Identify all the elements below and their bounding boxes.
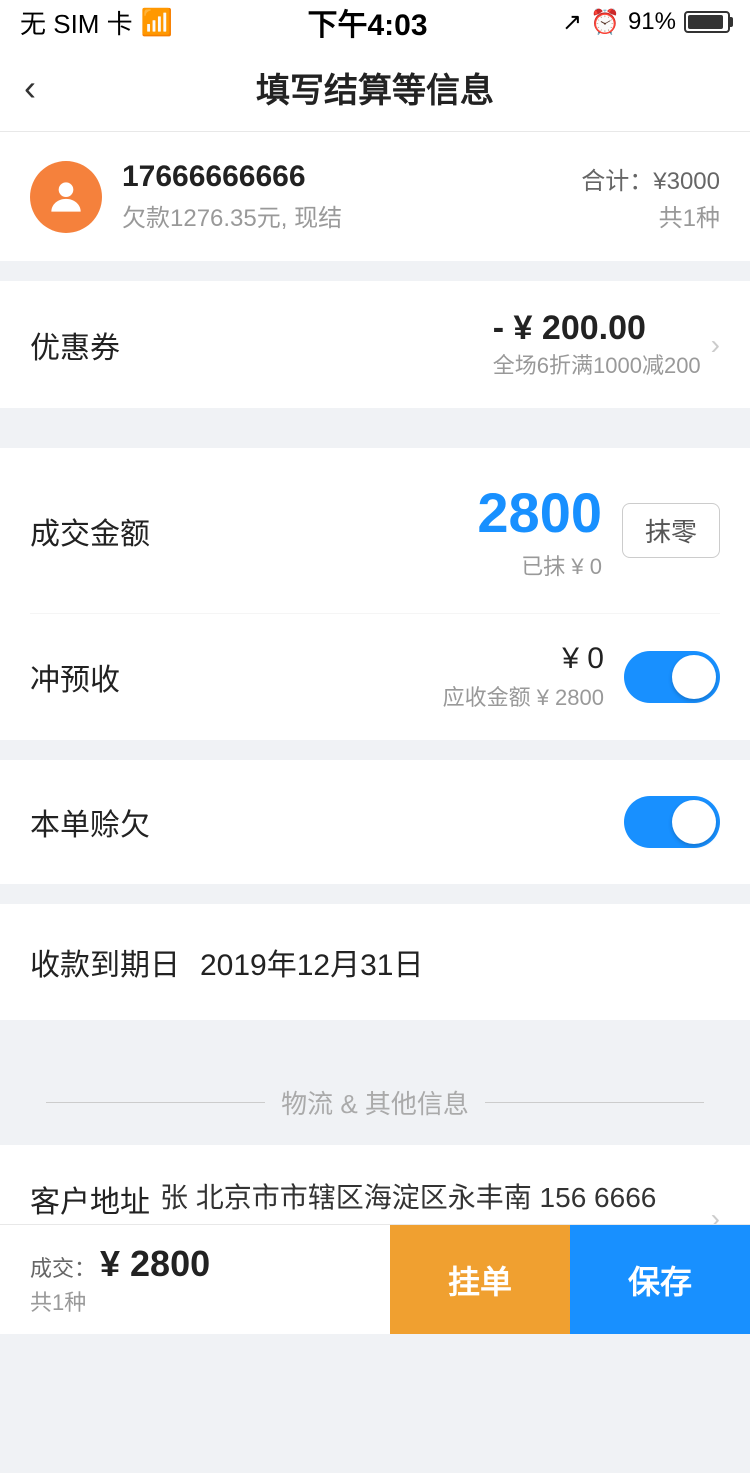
- amount-label: 成交金额: [30, 509, 150, 553]
- debt-row: 本单赊欠: [30, 760, 720, 884]
- logistics-section: 物流 & 其他信息: [0, 1060, 750, 1145]
- coupon-label: 优惠券: [30, 323, 120, 367]
- back-button[interactable]: ‹: [24, 67, 36, 109]
- date-value: 2019年12月31日: [200, 940, 423, 984]
- section-spacer-3: [0, 1040, 750, 1060]
- user-phone: 17666666666: [122, 160, 342, 194]
- date-row: 收款到期日 2019年12月31日: [30, 904, 720, 1020]
- amount-sub: 已抹 ¥ 0: [521, 549, 602, 581]
- prepay-sub: 应收金额 ¥ 2800: [443, 680, 604, 712]
- prepay-toggle[interactable]: [624, 651, 720, 703]
- prepay-label: 冲预收: [30, 655, 120, 699]
- amount-col: 2800 已抹 ¥ 0: [477, 480, 602, 581]
- amount-value: 2800: [477, 480, 602, 545]
- section-spacer-1: [0, 428, 750, 448]
- empty-area: [0, 1313, 750, 1473]
- date-label: 收款到期日: [30, 940, 180, 984]
- save-button[interactable]: 保存: [570, 1225, 750, 1334]
- status-time: 下午4:03: [307, 0, 427, 44]
- summary-row: 成交： ¥ 2800: [30, 1243, 360, 1285]
- coupon-desc: 全场6折满1000减200: [493, 348, 701, 380]
- total-label: 合计：¥3000: [581, 161, 720, 196]
- summary-prefix: 成交：: [30, 1251, 96, 1283]
- debt-label: 本单赊欠: [30, 800, 150, 844]
- battery-icon: [684, 11, 730, 33]
- transaction-amount-row: 成交金额 2800 已抹 ¥ 0 抹零: [30, 448, 720, 614]
- sim-label: 无 SIM 卡: [20, 4, 133, 41]
- avatar-icon: [44, 175, 88, 219]
- avatar: [30, 161, 102, 233]
- wifi-icon: 📶: [141, 7, 173, 38]
- summary-count: 共1种: [30, 1285, 360, 1317]
- nav-bar: ‹ 填写结算等信息: [0, 44, 750, 132]
- hold-button[interactable]: 挂单: [390, 1225, 570, 1334]
- address-label: 客户地址: [30, 1177, 160, 1221]
- debt-toggle[interactable]: [624, 796, 720, 848]
- coupon-amount: - ¥ 200.00: [493, 309, 701, 348]
- alarm-icon: ⏰: [590, 8, 620, 37]
- prepay-row: 冲预收 ¥ 0 应收金额 ¥ 2800: [30, 614, 720, 740]
- user-left: 17666666666 欠款1276.35元, 现结: [30, 160, 342, 233]
- coupon-right: - ¥ 200.00 全场6折满1000减200 ›: [493, 309, 720, 380]
- user-info-card: 17666666666 欠款1276.35元, 现结 合计：¥3000 共1种: [0, 132, 750, 261]
- status-right: ↗ ⏰ 91%: [562, 8, 730, 37]
- coupon-row[interactable]: 优惠券 - ¥ 200.00 全场6折满1000减200 ›: [0, 281, 750, 408]
- status-left: 无 SIM 卡 📶: [20, 4, 173, 41]
- user-row: 17666666666 欠款1276.35元, 现结 合计：¥3000 共1种: [0, 132, 750, 261]
- bottom-bar: 成交： ¥ 2800 共1种 挂单 保存: [0, 1224, 750, 1334]
- battery-label: 91%: [628, 8, 676, 36]
- coupon-info: - ¥ 200.00 全场6折满1000减200: [493, 309, 701, 380]
- prepay-right: ¥ 0 应收金额 ¥ 2800: [443, 642, 720, 712]
- prepay-amount: ¥ 0: [443, 642, 604, 676]
- bottom-summary: 成交： ¥ 2800 共1种: [0, 1225, 390, 1334]
- amount-right: 2800 已抹 ¥ 0 抹零: [477, 480, 720, 581]
- status-bar: 无 SIM 卡 📶 下午4:03 ↗ ⏰ 91%: [0, 0, 750, 44]
- page-title: 填写结算等信息: [256, 63, 494, 112]
- logistics-label: 物流 & 其他信息: [281, 1084, 469, 1121]
- section-spacer-2: [0, 740, 750, 760]
- debt-section: 本单赊欠: [0, 760, 750, 884]
- date-section: 收款到期日 2019年12月31日: [0, 904, 750, 1020]
- chevron-right-icon: ›: [711, 329, 720, 361]
- coupon-card[interactable]: 优惠券 - ¥ 200.00 全场6折满1000减200 ›: [0, 281, 750, 408]
- user-info: 17666666666 欠款1276.35元, 现结: [122, 160, 342, 233]
- user-total: 合计：¥3000 共1种: [581, 161, 720, 233]
- user-debt: 欠款1276.35元, 现结: [122, 198, 342, 233]
- summary-amount: ¥ 2800: [100, 1243, 210, 1285]
- total-count: 共1种: [581, 198, 720, 233]
- location-icon: ↗: [562, 8, 582, 37]
- amount-section: 成交金额 2800 已抹 ¥ 0 抹零 冲预收 ¥ 0 应收金额 ¥ 2800: [0, 448, 750, 740]
- round-button[interactable]: 抹零: [622, 503, 720, 558]
- prepay-amount-col: ¥ 0 应收金额 ¥ 2800: [443, 642, 604, 712]
